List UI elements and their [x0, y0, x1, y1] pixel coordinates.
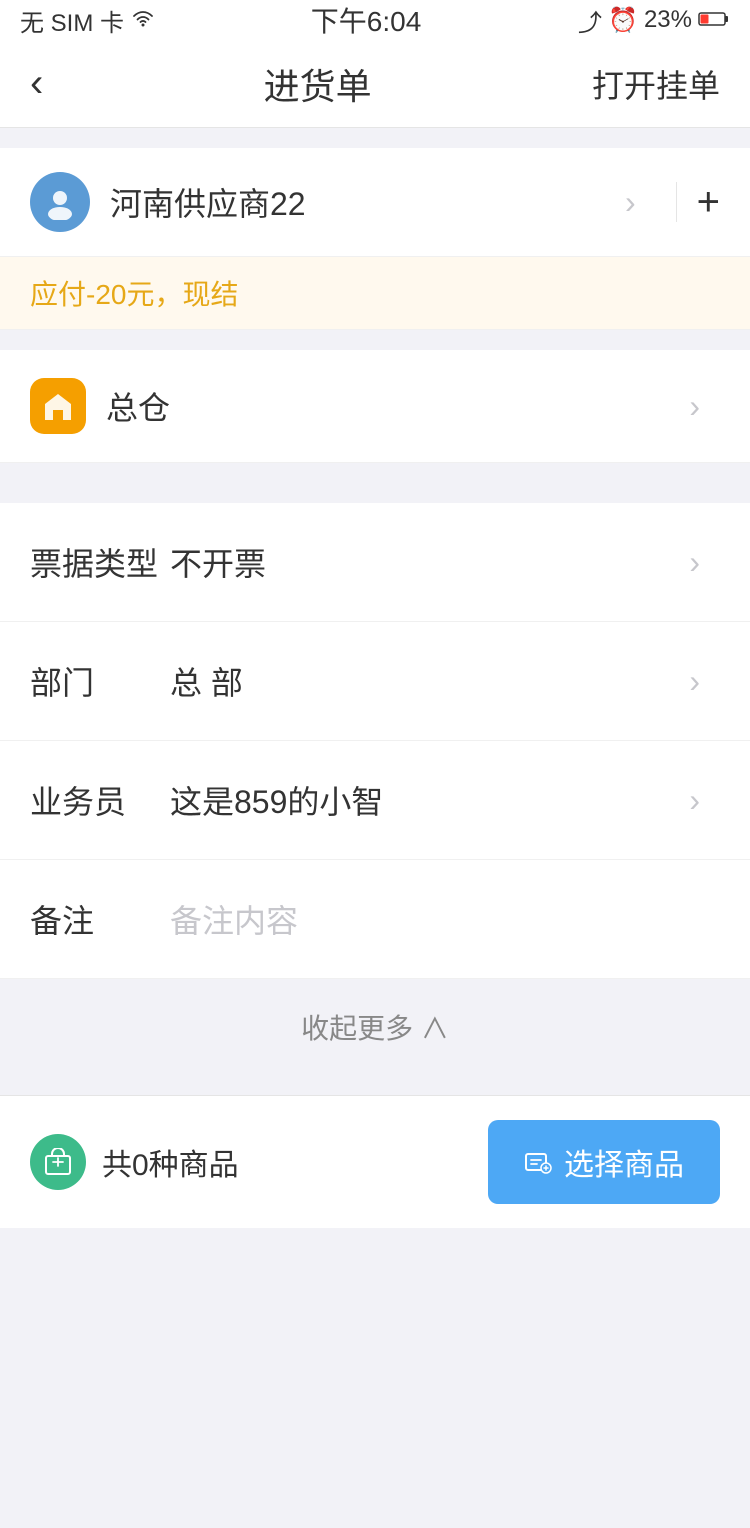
sales-chevron-icon: › — [689, 782, 700, 819]
status-right: ⤴ ⏰ 23% — [578, 3, 730, 38]
supplier-chevron-icon: › — [625, 184, 636, 221]
notice-banner: 应付-20元，现结 — [0, 257, 750, 330]
select-btn-label: 选择商品 — [564, 1140, 684, 1184]
invoice-row[interactable]: 票据类型 不开票 › — [0, 503, 750, 622]
bottom-bar: 共0种商品 选择商品 — [0, 1095, 750, 1228]
sim-label: 无 SIM 卡 — [20, 3, 124, 38]
product-count-area: 共0种商品 — [30, 1134, 239, 1190]
collapse-row[interactable]: 收起更多 ∧ — [0, 979, 750, 1075]
remark-label: 备注 — [30, 896, 170, 942]
back-button[interactable]: ‹ — [30, 61, 43, 106]
warehouse-chevron-icon: › — [689, 388, 700, 425]
page-title: 进货单 — [264, 58, 372, 110]
battery-percent: 23% — [644, 6, 692, 34]
supplier-section: 河南供应商22 › + 应付-20元，现结 — [0, 148, 750, 330]
dept-chevron-icon: › — [689, 663, 700, 700]
form-section: 票据类型 不开票 › 部门 总 部 › 业务员 这是859的小智 › 备注 备注… — [0, 503, 750, 979]
invoice-label: 票据类型 — [30, 539, 170, 585]
wifi-icon — [132, 6, 154, 34]
status-left: 无 SIM 卡 — [20, 3, 154, 38]
alarm-icon: ⏰ — [608, 6, 638, 35]
top-divider — [0, 128, 750, 148]
battery-icon — [698, 6, 730, 34]
location-icon: ⤴ — [578, 3, 602, 38]
product-icon — [30, 1134, 86, 1190]
dept-value: 总 部 — [170, 658, 689, 704]
open-pending-button[interactable]: 打开挂单 — [592, 61, 720, 107]
add-button[interactable]: + — [697, 180, 720, 225]
warehouse-icon — [30, 378, 86, 434]
divider-1 — [0, 330, 750, 350]
remark-input[interactable]: 备注内容 — [170, 896, 720, 942]
sales-row[interactable]: 业务员 这是859的小智 › — [0, 741, 750, 860]
collapse-text: 收起更多 ∧ — [301, 1007, 449, 1047]
vertical-divider — [676, 182, 677, 222]
dept-row[interactable]: 部门 总 部 › — [0, 622, 750, 741]
warehouse-name: 总仓 — [106, 383, 689, 429]
supplier-row[interactable]: 河南供应商22 › + — [0, 148, 750, 257]
invoice-value: 不开票 — [170, 539, 689, 585]
select-product-button[interactable]: 选择商品 — [488, 1120, 720, 1204]
supplier-avatar — [30, 172, 90, 232]
supplier-name: 河南供应商22 — [110, 179, 625, 225]
sales-value: 这是859的小智 — [170, 777, 689, 823]
dept-label: 部门 — [30, 658, 170, 704]
bottom-content — [0, 1228, 750, 1528]
invoice-chevron-icon: › — [689, 544, 700, 581]
notice-text: 应付-20元，现结 — [30, 279, 238, 310]
warehouse-row[interactable]: 总仓 › — [0, 350, 750, 463]
status-time: 下午6:04 — [311, 0, 422, 40]
warehouse-section: 总仓 › — [0, 350, 750, 463]
nav-bar: ‹ 进货单 打开挂单 — [0, 40, 750, 128]
divider-2 — [0, 463, 750, 483]
sales-label: 业务员 — [30, 777, 170, 823]
status-bar: 无 SIM 卡 下午6:04 ⤴ ⏰ 23% — [0, 0, 750, 40]
remark-row[interactable]: 备注 备注内容 — [0, 860, 750, 979]
product-count-text: 共0种商品 — [102, 1140, 239, 1184]
